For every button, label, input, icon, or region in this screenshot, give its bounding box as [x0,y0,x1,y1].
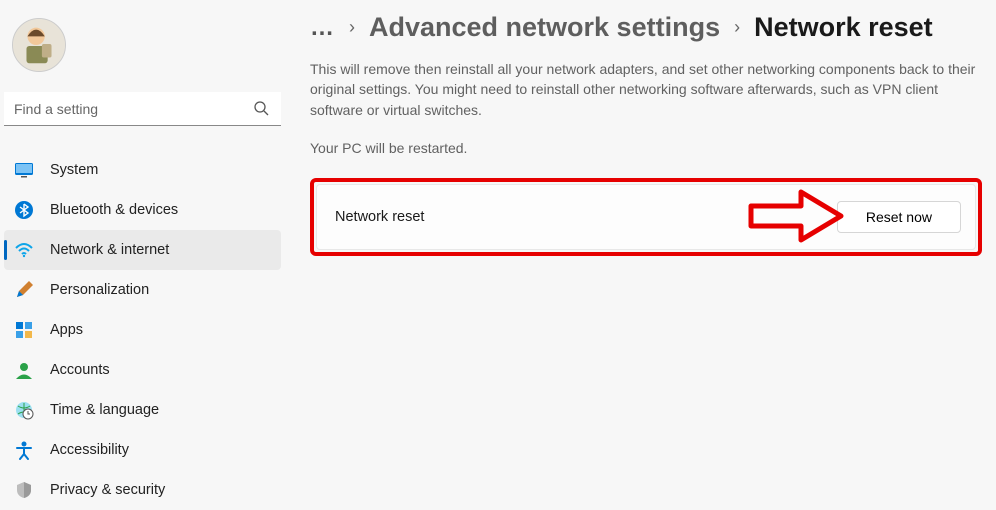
nav-label: Privacy & security [50,482,165,498]
nav-item-privacy[interactable]: Privacy & security [0,470,285,510]
person-icon [14,360,34,380]
search-icon [253,100,269,116]
chevron-right-icon: › [349,17,355,38]
card-label: Network reset [335,209,424,225]
breadcrumb-current: Network reset [754,12,933,43]
nav-label: Accounts [50,362,110,378]
chevron-right-icon: › [734,17,740,38]
nav-item-system[interactable]: System [0,150,285,190]
search-field-row [4,92,281,126]
nav-item-personalization[interactable]: Personalization [0,270,285,310]
nav-item-apps[interactable]: Apps [0,310,285,350]
nav-label: Accessibility [50,442,129,458]
user-avatar[interactable] [12,18,66,72]
accessibility-icon [14,440,34,460]
nav-list: System Bluetooth & devices Network & int… [0,150,285,510]
page-description: This will remove then reinstall all your… [310,59,982,120]
nav-label: Bluetooth & devices [50,202,178,218]
nav-label: System [50,162,98,178]
monitor-icon [14,160,34,180]
network-reset-card: Network reset Reset now [316,184,976,250]
nav-item-bluetooth[interactable]: Bluetooth & devices [0,190,285,230]
nav-label: Personalization [50,282,149,298]
bluetooth-icon [14,200,34,220]
wifi-icon [14,240,34,260]
apps-icon [14,320,34,340]
breadcrumb: … › Advanced network settings › Network … [310,12,982,43]
sidebar: System Bluetooth & devices Network & int… [0,0,285,509]
nav-label: Apps [50,322,83,338]
nav-item-network[interactable]: Network & internet [4,230,281,270]
shield-icon [14,480,34,500]
nav-label: Time & language [50,402,159,418]
restart-note: Your PC will be restarted. [310,140,982,156]
nav-item-accounts[interactable]: Accounts [0,350,285,390]
search-input[interactable] [4,92,281,126]
nav-item-accessibility[interactable]: Accessibility [0,430,285,470]
brush-icon [14,280,34,300]
nav-label: Network & internet [50,242,169,258]
nav-item-time[interactable]: Time & language [0,390,285,430]
clock-globe-icon [14,400,34,420]
breadcrumb-ellipsis[interactable]: … [310,14,335,42]
breadcrumb-parent-link[interactable]: Advanced network settings [369,12,720,43]
main-content: … › Advanced network settings › Network … [310,12,986,256]
reset-now-button[interactable]: Reset now [837,201,961,233]
annotation-highlight-box: Network reset Reset now [310,178,982,256]
